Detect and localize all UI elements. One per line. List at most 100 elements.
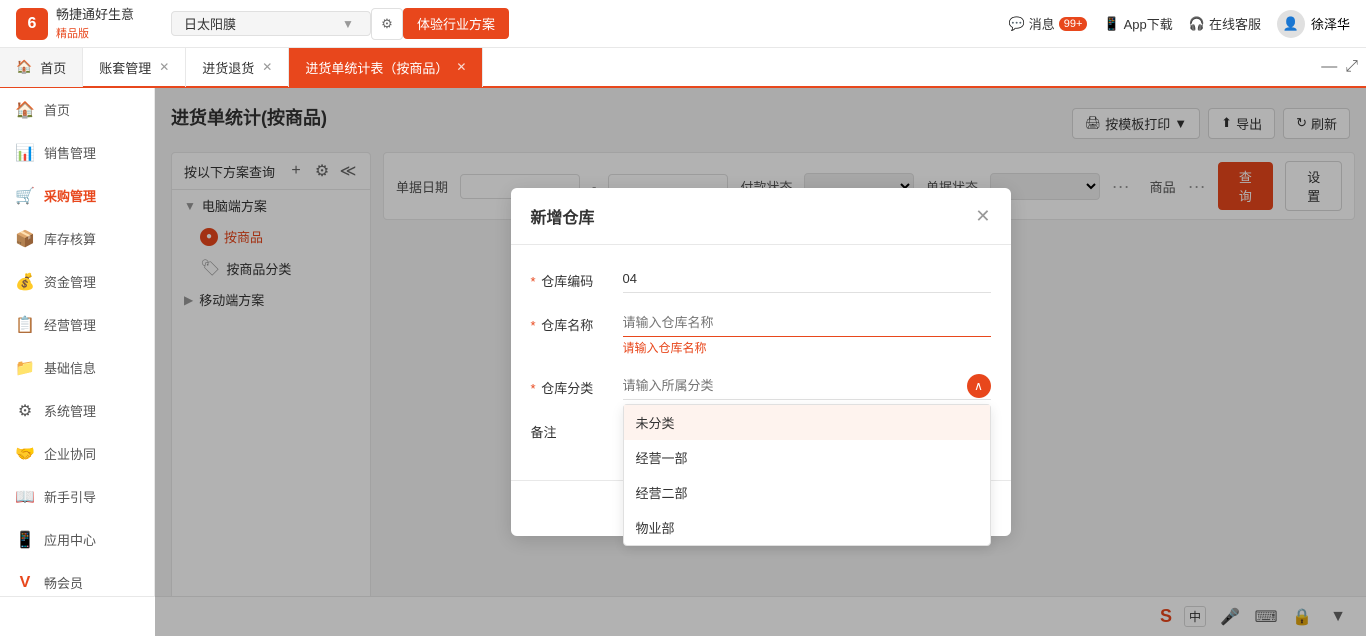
sidebar-item-apps[interactable]: 📱 应用中心: [0, 518, 154, 561]
category-dropdown-wrap: ∧ 未分类 经营一部 经营二部 物业部: [623, 372, 991, 400]
sidebar-purchase-label: 采购管理: [44, 186, 96, 205]
name-field-col: 请输入仓库名称: [623, 309, 991, 356]
headset-icon: 🎧: [1189, 16, 1205, 32]
tab-purchase-stats[interactable]: 进货单统计表（按商品） ✕: [289, 47, 483, 87]
sidebar-guide-label: 新手引导: [44, 487, 96, 506]
experience-btn[interactable]: 体验行业方案: [403, 8, 509, 39]
tab-purchase-stats-close[interactable]: ✕: [456, 60, 466, 74]
user-avatar-area[interactable]: 👤 徐泽华: [1277, 10, 1350, 38]
settings-button[interactable]: ⚙: [371, 8, 403, 40]
sidebar-item-guide[interactable]: 📖 新手引导: [0, 475, 154, 518]
enterprise-icon: 🤝: [16, 445, 34, 463]
main-layout: 🏠 首页 📊 销售管理 🛒 采购管理 📦 库存核算 💰 资金管理 📋 经营管理 …: [0, 88, 1366, 636]
tab-home-label: 首页: [40, 58, 66, 77]
online-service-label: 在线客服: [1209, 14, 1261, 33]
sidebar-inventory-label: 库存核算: [44, 229, 96, 248]
app-sub-name: 精品版: [56, 25, 134, 41]
modal-header: 新增仓库 ✕: [511, 188, 1011, 245]
message-icon: 💬: [1009, 16, 1025, 32]
tab-account-label: 账套管理: [99, 58, 151, 77]
name-input[interactable]: [623, 309, 991, 337]
sidebar-apps-label: 应用中心: [44, 530, 96, 549]
option-dept3[interactable]: 物业部: [624, 510, 990, 545]
avatar: 👤: [1277, 10, 1305, 38]
tab-purchase-stats-label: 进货单统计表（按商品）: [305, 58, 448, 77]
modal-body: * 仓库编码 * 仓库名称 请输入仓库名称: [511, 245, 1011, 480]
vip-icon: V: [16, 574, 34, 592]
inventory-icon: 📦: [16, 230, 34, 248]
modal-overlay: 新增仓库 ✕ * 仓库编码 *: [155, 88, 1366, 636]
category-input[interactable]: [623, 372, 991, 400]
sidebar-sales-label: 销售管理: [44, 143, 96, 162]
remark-label: 备注: [531, 416, 611, 441]
online-service-item[interactable]: 🎧 在线客服: [1189, 14, 1261, 33]
modal-title: 新增仓库: [531, 204, 595, 228]
tab-purchase-return-label: 进货退货: [202, 58, 254, 77]
search-dropdown-icon[interactable]: ▼: [342, 17, 354, 31]
sidebar-system-label: 系统管理: [44, 401, 96, 420]
finance-icon: 💰: [16, 273, 34, 291]
sidebar-item-system[interactable]: ⚙ 系统管理: [0, 389, 154, 432]
system-icon: ⚙: [16, 402, 34, 420]
header-search[interactable]: ▼: [171, 11, 371, 36]
sidebar: 🏠 首页 📊 销售管理 🛒 采购管理 📦 库存核算 💰 资金管理 📋 经营管理 …: [0, 88, 155, 636]
logo-text-area: 畅捷通好生意 精品版: [56, 6, 134, 40]
operation-icon: 📋: [16, 316, 34, 334]
option-uncategorized[interactable]: 未分类: [624, 405, 990, 440]
app-download-label: App下载: [1124, 14, 1173, 33]
phone-icon: 📱: [1103, 16, 1119, 32]
tab-minimize-icon[interactable]: —: [1321, 58, 1337, 76]
sidebar-finance-label: 资金管理: [44, 272, 96, 291]
tab-expand-icon[interactable]: ⤢: [1345, 58, 1358, 76]
category-dropdown-arrow[interactable]: ∧: [967, 374, 991, 398]
app-name: 畅捷通好生意: [56, 6, 134, 24]
tab-account[interactable]: 账套管理 ✕: [83, 47, 186, 87]
sidebar-item-operation[interactable]: 📋 经营管理: [0, 303, 154, 346]
sidebar-basic-info-label: 基础信息: [44, 358, 96, 377]
sidebar-home-label: 首页: [44, 100, 70, 119]
home-icon: 🏠: [16, 59, 32, 75]
sidebar-enterprise-label: 企业协同: [44, 444, 96, 463]
code-input[interactable]: [623, 265, 991, 293]
sidebar-item-finance[interactable]: 💰 资金管理: [0, 260, 154, 303]
modal: 新增仓库 ✕ * 仓库编码 *: [511, 188, 1011, 536]
search-input[interactable]: [184, 16, 334, 31]
sidebar-item-home[interactable]: 🏠 首页: [0, 88, 154, 131]
logo-icon: 6: [16, 8, 48, 40]
apps-icon: 📱: [16, 531, 34, 549]
sidebar-item-inventory[interactable]: 📦 库存核算: [0, 217, 154, 260]
notification-badge: 99+: [1059, 17, 1088, 31]
category-dropdown-list: 未分类 经营一部 经营二部 物业部: [623, 404, 991, 546]
sidebar-vip-label: 畅会员: [44, 573, 83, 592]
sidebar-item-purchase[interactable]: 🛒 采购管理: [0, 174, 154, 217]
basic-info-icon: 📁: [16, 359, 34, 377]
logo-area: 6 畅捷通好生意 精品版: [16, 6, 171, 40]
tab-account-close[interactable]: ✕: [159, 60, 169, 74]
tab-home[interactable]: 🏠 首页: [0, 47, 83, 87]
home-sidebar-icon: 🏠: [16, 101, 34, 119]
notification-item[interactable]: 💬 消息 99+: [1009, 14, 1088, 33]
content-area: 进货单统计(按商品) 🖨 按模板打印 ▼ ⬆ 导出 ↻ 刷新: [155, 88, 1366, 636]
name-error-msg: 请输入仓库名称: [623, 339, 991, 356]
sidebar-item-basic-info[interactable]: 📁 基础信息: [0, 346, 154, 389]
option-dept2[interactable]: 经营二部: [624, 475, 990, 510]
category-label: * 仓库分类: [531, 372, 611, 397]
name-row: * 仓库名称 请输入仓库名称: [531, 309, 991, 356]
option-dept1[interactable]: 经营一部: [624, 440, 990, 475]
tab-purchase-return[interactable]: 进货退货 ✕: [186, 47, 289, 87]
app-download-item[interactable]: 📱 App下载: [1103, 14, 1172, 33]
tab-bar-right: — ⤢: [1321, 58, 1366, 76]
sidebar-item-enterprise[interactable]: 🤝 企业协同: [0, 432, 154, 475]
modal-close-btn[interactable]: ✕: [975, 206, 990, 227]
tab-bar: 🏠 首页 账套管理 ✕ 进货退货 ✕ 进货单统计表（按商品） ✕ — ⤢: [0, 48, 1366, 88]
name-label: * 仓库名称: [531, 309, 611, 334]
tab-purchase-return-close[interactable]: ✕: [262, 60, 272, 74]
guide-icon: 📖: [16, 488, 34, 506]
sidebar-operation-label: 经营管理: [44, 315, 96, 334]
purchase-icon: 🛒: [16, 187, 34, 205]
header-right: 💬 消息 99+ 📱 App下载 🎧 在线客服 👤 徐泽华: [1009, 10, 1350, 38]
sales-icon: 📊: [16, 144, 34, 162]
sidebar-item-sales[interactable]: 📊 销售管理: [0, 131, 154, 174]
notification-label: 消息: [1029, 14, 1055, 33]
code-row: * 仓库编码: [531, 265, 991, 293]
